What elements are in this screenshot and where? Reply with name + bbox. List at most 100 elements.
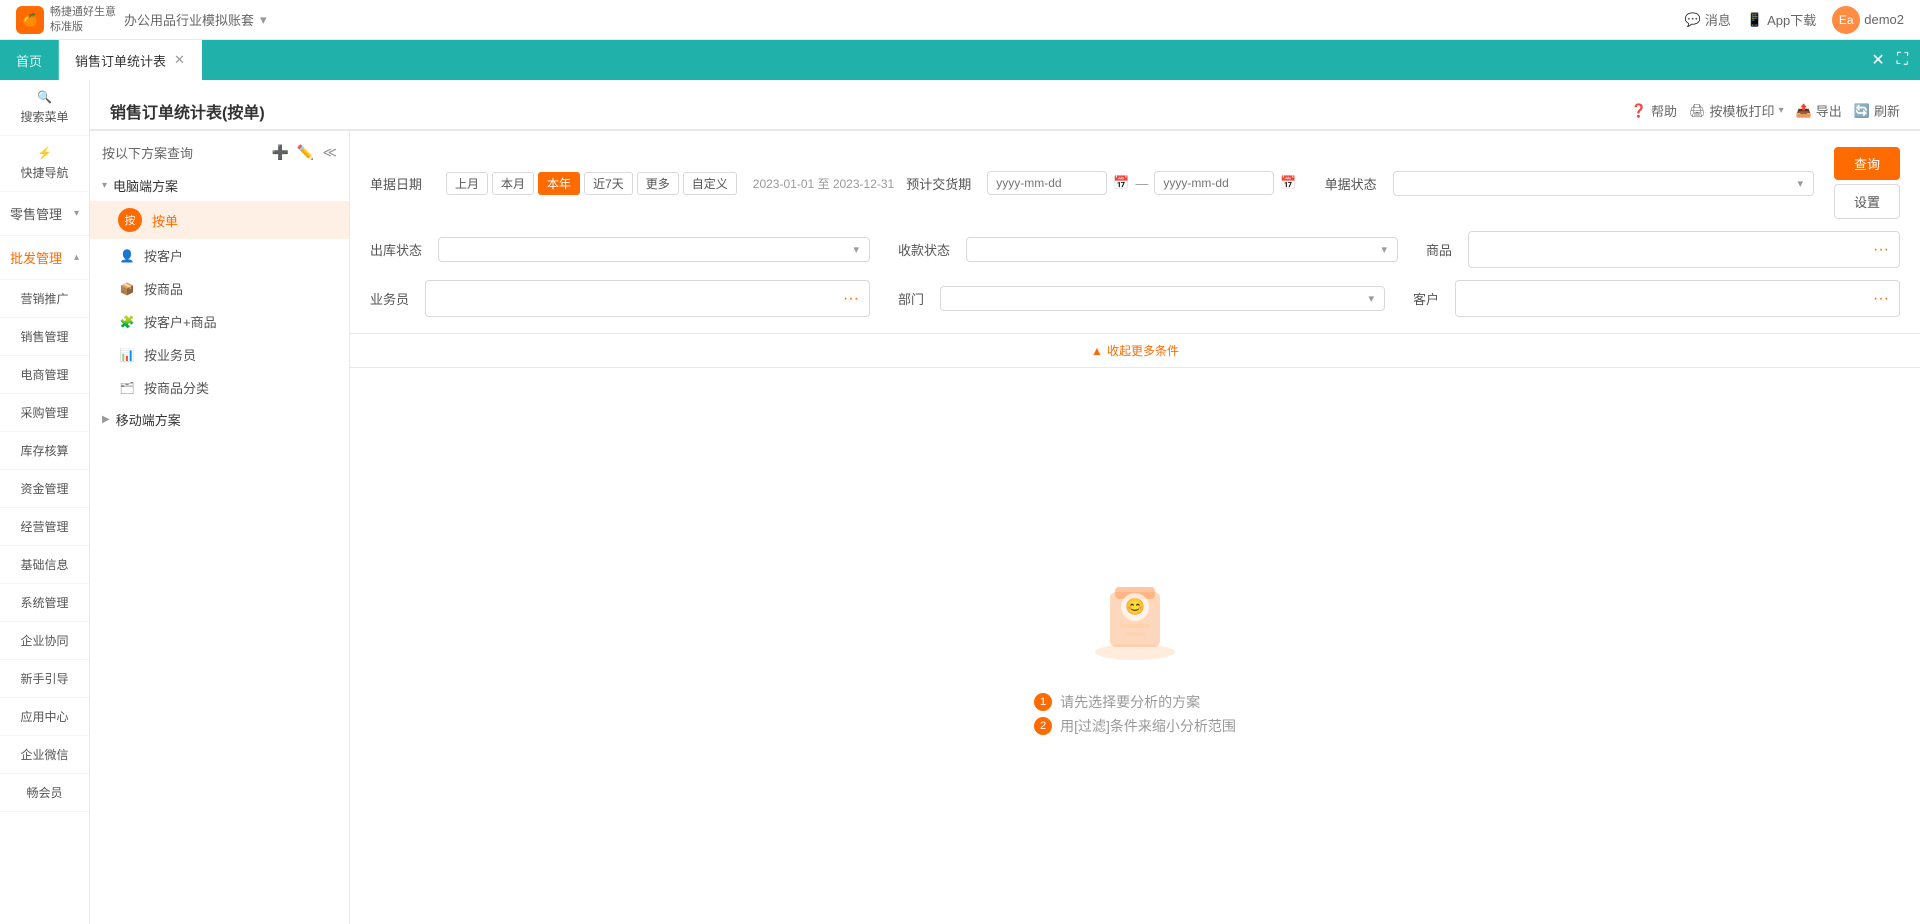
scheme-按商品分类[interactable]: 🗂 按商品分类 [90, 371, 349, 404]
settings-button[interactable]: 设置 [1834, 184, 1900, 219]
date-label: 单据日期 [370, 174, 422, 193]
scheme-按客户商品[interactable]: 🧩 按客户+商品 [90, 305, 349, 338]
dept-label: 部门 [898, 289, 924, 308]
app-download-action[interactable]: 📱 App下载 [1747, 10, 1816, 29]
message-action[interactable]: 💬 消息 [1685, 10, 1731, 29]
filter-row-1: 单据日期 上月 本月 本年 近7天 更多 自定义 2023-01-01 至 20… [370, 147, 1900, 219]
username-label: demo2 [1864, 12, 1904, 27]
message-icon: 💬 [1685, 12, 1701, 28]
collapse-panel-icon[interactable]: ≪ [322, 144, 337, 161]
sidebar-item-retail-mgmt[interactable]: 零售管理 ▾ [0, 192, 89, 236]
collapse-bar[interactable]: ▲ 收起更多条件 [350, 334, 1920, 368]
tab-sales-stats[interactable]: 销售订单统计表 ✕ [59, 40, 202, 80]
salesman-input[interactable] [436, 286, 843, 311]
avatar: Ea [1832, 6, 1860, 34]
btn-this-year[interactable]: 本年 [538, 172, 580, 195]
customer-input[interactable] [1466, 286, 1873, 311]
sidebar-item-basic-info[interactable]: 基础信息 [0, 546, 89, 584]
mobile-group-title[interactable]: ▶ 移动端方案 [90, 404, 349, 435]
btn-more[interactable]: 更多 [637, 172, 679, 195]
refresh-button[interactable]: 🔄 刷新 [1854, 101, 1900, 120]
sidebar-item-enterprise-collab[interactable]: 企业协同 [0, 622, 89, 660]
sidebar-item-membership[interactable]: 畅会员 [0, 774, 89, 812]
scheme-按单[interactable]: 按 按单 [90, 201, 349, 239]
scheme-按客户[interactable]: 👤 按客户 [90, 239, 349, 272]
add-scheme-icon[interactable]: ➕ [271, 144, 288, 161]
empty-tips: 1 请先选择要分析的方案 2 用[过滤]条件来缩小分析范围 [1034, 688, 1236, 740]
expected-date-label: 预计交货期 [906, 174, 971, 193]
app-download-label: App下载 [1767, 10, 1816, 29]
sidebar-item-inventory[interactable]: 库存核算 [0, 432, 89, 470]
sidebar-item-app-center[interactable]: 应用中心 [0, 698, 89, 736]
tip-item-2: 2 用[过滤]条件来缩小分析范围 [1034, 716, 1236, 736]
topbar: 🍊 畅捷通好生意 标准版 办公用品行业模拟账套 ▾ 💬 消息 📱 App下载 E… [0, 0, 1920, 40]
bill-status-select[interactable]: ▾ [1393, 171, 1814, 196]
left-panel-header: 按以下方案查询 ➕ ✏️ ≪ [90, 143, 349, 170]
sidebar-item-newbie-guide[interactable]: 新手引导 [0, 660, 89, 698]
goods-more-icon[interactable]: ··· [1873, 241, 1889, 259]
btn-7days[interactable]: 近7天 [584, 172, 633, 195]
export-button[interactable]: 📤 导出 [1796, 101, 1842, 120]
desktop-group-title[interactable]: ▾ 电脑端方案 [90, 170, 349, 201]
calendar-from-icon[interactable]: 📅 [1113, 175, 1129, 191]
btn-last-month[interactable]: 上月 [446, 172, 488, 195]
scheme-按业务员[interactable]: 📊 按业务员 [90, 338, 349, 371]
sidebar-inventory-label: 库存核算 [20, 442, 68, 459]
query-button[interactable]: 查询 [1834, 147, 1900, 180]
salesman-label: 业务员 [370, 289, 409, 308]
sidebar-item-quick-nav[interactable]: ⚡ 快捷导航 [0, 136, 89, 192]
receipt-status-select[interactable]: ▾ [966, 237, 1398, 262]
sidebar-item-sales-mgmt[interactable]: 销售管理 [0, 318, 89, 356]
tab-close-icon[interactable]: ✕ [174, 52, 185, 68]
sidebar-item-wholesale-mgmt[interactable]: 批发管理 ▴ [0, 236, 89, 280]
sidebar-item-system-mgmt[interactable]: 系统管理 [0, 584, 89, 622]
sidebar-sales-label: 销售管理 [20, 328, 68, 345]
sidebar-item-fund-mgmt[interactable]: 资金管理 [0, 470, 89, 508]
tab-fullscreen-icon[interactable]: ⛶ [1897, 51, 1908, 69]
collapse-up-icon: ▲ [1091, 344, 1103, 358]
date-range-display: 2023-01-01 至 2023-12-31 [753, 175, 894, 192]
scheme-grid-icon: 🗂 [118, 379, 136, 397]
out-status-select[interactable]: ▾ [438, 237, 870, 262]
receipt-status-arrow: ▾ [1381, 243, 1387, 256]
sidebar-item-ecom-mgmt[interactable]: 电商管理 [0, 356, 89, 394]
wholesale-arrow-icon: ▴ [74, 252, 79, 263]
help-button[interactable]: ❓ 帮助 [1631, 101, 1677, 120]
empty-illustration: 😊 [1075, 552, 1195, 672]
active-scheme-dot: 按 [118, 208, 142, 232]
dept-select[interactable]: ▾ [940, 286, 1385, 311]
edit-scheme-icon[interactable]: ✏️ [297, 144, 314, 161]
left-panel: 按以下方案查询 ➕ ✏️ ≪ ▾ 电脑端方案 按 按单 [90, 131, 350, 924]
expected-date-to[interactable] [1154, 171, 1274, 195]
btn-this-month[interactable]: 本月 [492, 172, 534, 195]
sidebar-wechat-label: 企业微信 [20, 746, 68, 763]
calendar-to-icon[interactable]: 📅 [1280, 175, 1296, 191]
sidebar-newbie-label: 新手引导 [20, 670, 68, 687]
tip-num-2: 2 [1034, 717, 1052, 735]
print-label: 按模板打印 [1710, 101, 1775, 120]
salesman-more-icon[interactable]: ··· [843, 290, 859, 308]
scheme-按客户-label: 按客户 [144, 246, 183, 265]
tab-close-window-icon[interactable]: ✕ [1871, 50, 1884, 70]
tab-home[interactable]: 首页 [0, 40, 59, 80]
user-area[interactable]: Ea demo2 [1832, 6, 1904, 34]
sidebar-system-label: 系统管理 [20, 594, 68, 611]
scheme-按商品[interactable]: 📦 按商品 [90, 272, 349, 305]
sidebar-item-marketing[interactable]: 营销推广 [0, 280, 89, 318]
sidebar-item-search-menu[interactable]: 🔍 搜索菜单 [0, 80, 89, 136]
sidebar-item-operation-mgmt[interactable]: 经营管理 [0, 508, 89, 546]
sidebar-item-wechat-work[interactable]: 企业微信 [0, 736, 89, 774]
help-icon: ❓ [1631, 103, 1647, 119]
goods-input[interactable] [1479, 237, 1873, 262]
topbar-right: 💬 消息 📱 App下载 Ea demo2 [1685, 6, 1904, 34]
customer-more-icon[interactable]: ··· [1873, 290, 1889, 308]
scheme-person-box-icon: 🧩 [118, 313, 136, 331]
page-header-area: 销售订单统计表(按单) ❓ 帮助 🖨 按模板打印 ▾ 📤 导出 [90, 80, 1920, 131]
btn-custom[interactable]: 自定义 [683, 172, 737, 195]
date-separator: — [1135, 176, 1148, 191]
filter-row-3: 业务员 ··· 部门 ▾ 客户 ··· [370, 280, 1900, 317]
template-print-button[interactable]: 🖨 按模板打印 ▾ [1689, 101, 1784, 120]
sidebar-item-purchase-mgmt[interactable]: 采购管理 [0, 394, 89, 432]
mobile-group-arrow-icon: ▶ [102, 414, 110, 425]
expected-date-from[interactable] [987, 171, 1107, 195]
